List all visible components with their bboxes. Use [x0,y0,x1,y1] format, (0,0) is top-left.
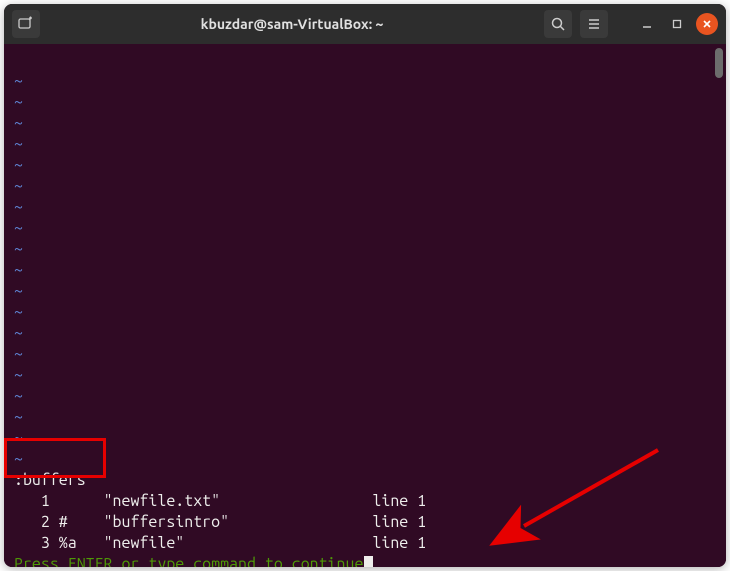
window-title: kbuzdar@sam-VirtualBox: ~ [48,16,536,32]
minimize-icon [641,18,653,30]
tilde-line: ~ [14,134,716,155]
buffer-row: 1 "newfile.txt" line 1 [14,491,716,512]
scrollbar-thumb[interactable] [715,48,723,78]
command-line: :buffers [14,470,716,491]
tilde-line: ~ [14,197,716,218]
tilde-line: ~ [14,344,716,365]
tilde-line: ~ [14,71,716,92]
terminal-window: kbuzdar@sam-VirtualBox: ~ [4,4,726,567]
tilde-line: ~ [14,92,716,113]
search-button[interactable] [544,10,572,38]
tilde-line: ~ [14,113,716,134]
minimize-button[interactable] [636,13,658,35]
maximize-button[interactable] [666,13,688,35]
close-button[interactable] [696,13,718,35]
maximize-icon [671,18,683,30]
new-tab-icon [18,16,34,32]
scrollbar[interactable] [714,48,724,563]
tilde-line: ~ [14,302,716,323]
tilde-line: ~ [14,323,716,344]
new-tab-button[interactable] [12,10,40,38]
tilde-line: ~ [14,239,716,260]
tilde-line: ~ [14,281,716,302]
tilde-line: ~ [14,428,716,449]
tilde-line: ~ [14,176,716,197]
tilde-line: ~ [14,365,716,386]
tilde-line: ~ [14,407,716,428]
search-icon [550,16,566,32]
tilde-line: ~ [14,155,716,176]
cursor [364,556,373,567]
terminal-content[interactable]: ~~~~~~~~~~~~~~~~~~~:buffers 1 "newfile.t… [4,44,726,567]
buffer-row: 2 # "buffersintro" line 1 [14,512,716,533]
tilde-line: ~ [14,260,716,281]
menu-button[interactable] [580,10,608,38]
close-icon [701,18,713,30]
titlebar: kbuzdar@sam-VirtualBox: ~ [4,4,726,44]
tilde-line: ~ [14,386,716,407]
continue-prompt: Press ENTER or type command to continue [14,554,716,567]
tilde-line: ~ [14,449,716,470]
hamburger-icon [586,16,602,32]
buffer-row: 3 %a "newfile" line 1 [14,533,716,554]
tilde-line: ~ [14,218,716,239]
